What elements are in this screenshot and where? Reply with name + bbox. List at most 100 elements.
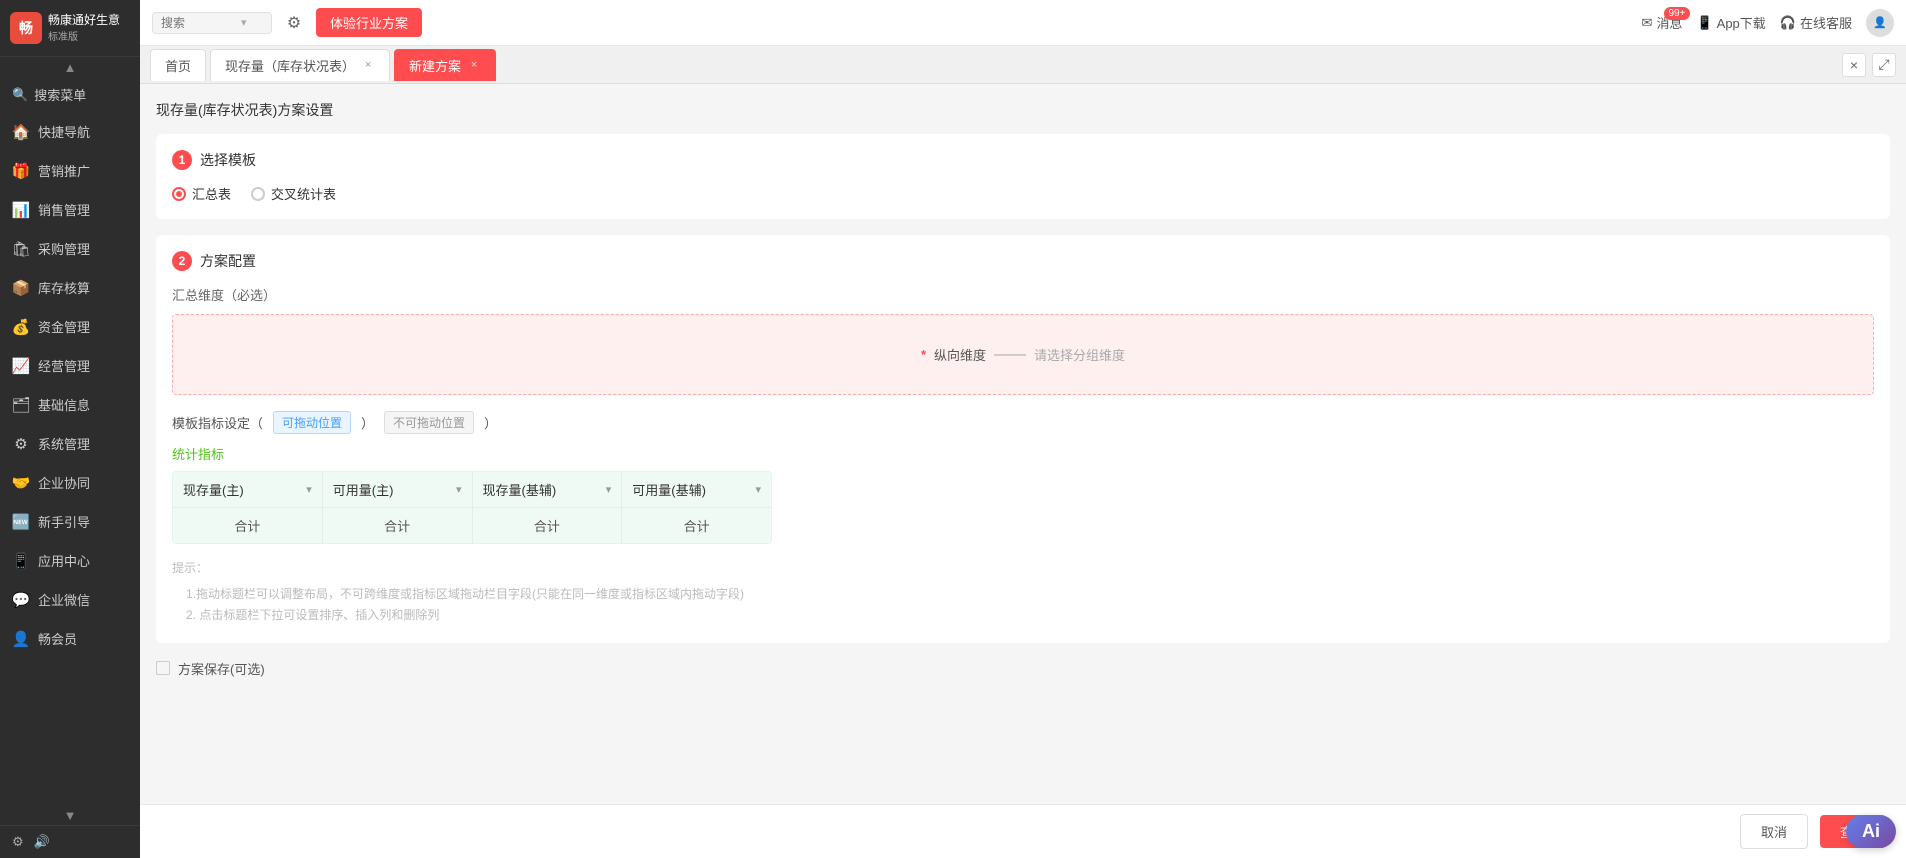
stats-col-0-header[interactable]: 现存量(主) ▾ (173, 472, 322, 508)
app-logo-icon: 畅 (10, 12, 42, 44)
stats-col-1-chevron-icon[interactable]: ▾ (456, 483, 462, 496)
user-avatar[interactable]: 👤 (1866, 9, 1894, 37)
sidebar-logo: 畅 畅康通好生意 标准版 (0, 0, 140, 57)
sidebar-item-purchase[interactable]: 🛍 采购管理 (0, 229, 140, 268)
sidebar-item-inventory[interactable]: 📦 库存核算 (0, 268, 140, 307)
sidebar-item-label: 畅会员 (38, 629, 77, 648)
sidebar-item-label: 新手引导 (38, 512, 90, 531)
radio-summary[interactable]: 汇总表 (172, 184, 231, 203)
tab-home[interactable]: 首页 (150, 49, 206, 81)
radio-cross-circle (251, 187, 265, 201)
tab-new-scheme[interactable]: 新建方案 × (394, 49, 496, 81)
new-icon: 🆕 (12, 513, 30, 531)
sidebar-item-basic-info[interactable]: 🗂 基础信息 (0, 385, 140, 424)
sidebar-item-quick-nav[interactable]: 🏠 快捷导航 (0, 112, 140, 151)
dimension-area[interactable]: * 纵向维度 —— 请选择分组维度 (172, 314, 1874, 395)
sidebar-item-sales[interactable]: 📊 销售管理 (0, 190, 140, 229)
stats-table: 现存量(主) ▾ 合计 可用量(主) ▾ 合计 (172, 471, 772, 544)
settings-icon[interactable]: ⚙ (12, 834, 24, 850)
stats-col-0-label: 现存量(主) (183, 480, 244, 499)
stats-col-1-label: 可用量(主) (333, 480, 394, 499)
stats-table-header: 现存量(主) ▾ 合计 可用量(主) ▾ 合计 (173, 472, 771, 543)
stats-col-1-header[interactable]: 可用量(主) ▾ (323, 472, 472, 508)
online-service-btn[interactable]: 🎧 在线客服 (1780, 13, 1852, 32)
stats-col-3-chevron-icon[interactable]: ▾ (755, 483, 761, 496)
sidebar-item-operations[interactable]: 📈 经营管理 (0, 346, 140, 385)
tab-bar-controls: × ⤢ (1842, 53, 1896, 77)
dimension-hint: 请选择分组维度 (1034, 345, 1125, 364)
message-icon: ✉ (1642, 15, 1653, 31)
stats-col-3: 可用量(基辅) ▾ 合计 (622, 472, 771, 543)
user-icon: 👤 (12, 630, 30, 648)
search-chevron-icon: ▾ (241, 16, 247, 29)
download-icon: 📱 (1696, 15, 1712, 31)
audio-icon[interactable]: 🔊 (34, 834, 50, 850)
search-input[interactable] (161, 16, 241, 30)
stats-col-3-header[interactable]: 可用量(基辅) ▾ (622, 472, 771, 508)
save-checkbox[interactable] (156, 661, 170, 675)
topbar-gear-btn[interactable]: ⚙ (280, 9, 308, 37)
sidebar-item-finance[interactable]: 💰 资金管理 (0, 307, 140, 346)
stats-col-0-chevron-icon[interactable]: ▾ (306, 483, 312, 496)
sidebar-search-label: 搜索菜单 (34, 85, 86, 104)
non-draggable-badge: 不可拖动位置 (384, 411, 474, 434)
tab-inventory-close-btn[interactable]: × (361, 58, 375, 72)
cancel-button[interactable]: 取消 (1740, 814, 1808, 849)
save-option: 方案保存(可选) (156, 659, 1890, 678)
stats-col-2-header[interactable]: 现存量(基辅) ▾ (473, 472, 622, 508)
mobile-icon: 📱 (12, 552, 30, 570)
sidebar-item-cooperation[interactable]: 🤝 企业协同 (0, 463, 140, 502)
sidebar-search[interactable]: 🔍 搜索菜单 (0, 77, 140, 112)
indicator-settings-label: 模板指标设定（ 可拖动位置 ） 不可拖动位置 ） (172, 411, 1874, 434)
app-download-label: App下载 (1717, 13, 1766, 32)
tab-bar: 首页 现存量（库存状况表） × 新建方案 × × ⤢ (140, 46, 1906, 84)
message-btn[interactable]: ✉ 消息 99+ (1642, 13, 1683, 32)
tab-inventory-status[interactable]: 现存量（库存状况表） × (210, 49, 390, 81)
tab-close-all-btn[interactable]: × (1842, 53, 1866, 77)
money-icon: 💰 (12, 318, 30, 336)
sidebar-item-label: 库存核算 (38, 278, 90, 297)
radio-summary-circle (172, 187, 186, 201)
handshake-icon: 🤝 (12, 474, 30, 492)
step2-label: 2 方案配置 (172, 251, 1874, 271)
radio-cross[interactable]: 交叉统计表 (251, 184, 336, 203)
message-badge: 99+ (1664, 7, 1691, 20)
content-area: 现存量(库存状况表)方案设置 1 选择模板 汇总表 交叉统计表 (140, 84, 1906, 804)
ai-badge[interactable]: Ai (1846, 815, 1896, 848)
radio-summary-label: 汇总表 (192, 184, 231, 203)
trial-button[interactable]: 体验行业方案 (316, 8, 422, 37)
tips-section: 提示： 1.拖动标题栏可以调整布局，不可跨维度或指标区域拖动栏目字段(只能在同一… (172, 558, 1874, 627)
sidebar-item-system[interactable]: ⚙ 系统管理 (0, 424, 140, 463)
sidebar-item-new-guide[interactable]: 🆕 新手引导 (0, 502, 140, 541)
step2-title: 方案配置 (200, 251, 256, 271)
sidebar-nav: 🔍 搜索菜单 🏠 快捷导航 🎁 营销推广 📊 销售管理 🛍 采购管理 📦 库存核… (0, 77, 140, 805)
topbar-search-box[interactable]: ▾ (152, 12, 272, 34)
template-radio-group: 汇总表 交叉统计表 (172, 184, 1874, 203)
sidebar-scroll-down[interactable]: ▼ (0, 805, 140, 825)
sidebar-item-marketing[interactable]: 🎁 营销推广 (0, 151, 140, 190)
dimension-vertical-label: 纵向维度 (934, 345, 986, 364)
sidebar-item-label: 企业协同 (38, 473, 90, 492)
step2-card: 2 方案配置 汇总维度（必选） * 纵向维度 —— 请选择分组维度 模板指标设定… (156, 235, 1890, 643)
sidebar-item-app-center[interactable]: 📱 应用中心 (0, 541, 140, 580)
sidebar-item-member[interactable]: 👤 畅会员 (0, 619, 140, 658)
sidebar-item-wechat[interactable]: 💬 企业微信 (0, 580, 140, 619)
stats-col-0: 现存量(主) ▾ 合计 (173, 472, 323, 543)
sidebar-item-label: 经营管理 (38, 356, 90, 375)
headset-icon: 🎧 (1780, 15, 1796, 31)
home-icon: 🏠 (12, 123, 30, 141)
sidebar-item-label: 快捷导航 (38, 122, 90, 141)
tips-title: 提示： (172, 558, 1874, 580)
draggable-badge: 可拖动位置 (273, 411, 351, 434)
sidebar-item-label: 资金管理 (38, 317, 90, 336)
app-download-btn[interactable]: 📱 App下载 (1696, 13, 1765, 32)
stats-col-1: 可用量(主) ▾ 合计 (323, 472, 473, 543)
stats-col-2-chevron-icon[interactable]: ▾ (606, 483, 612, 496)
sidebar-scroll-up[interactable]: ▲ (0, 57, 140, 77)
tab-expand-btn[interactable]: ⤢ (1872, 53, 1896, 77)
tab-home-label: 首页 (165, 56, 191, 75)
sidebar-item-label: 采购管理 (38, 239, 90, 258)
indicator-settings-prefix: 模板指标设定（ (172, 413, 263, 432)
tab-new-scheme-close-btn[interactable]: × (467, 58, 481, 72)
sidebar-item-label: 企业微信 (38, 590, 90, 609)
